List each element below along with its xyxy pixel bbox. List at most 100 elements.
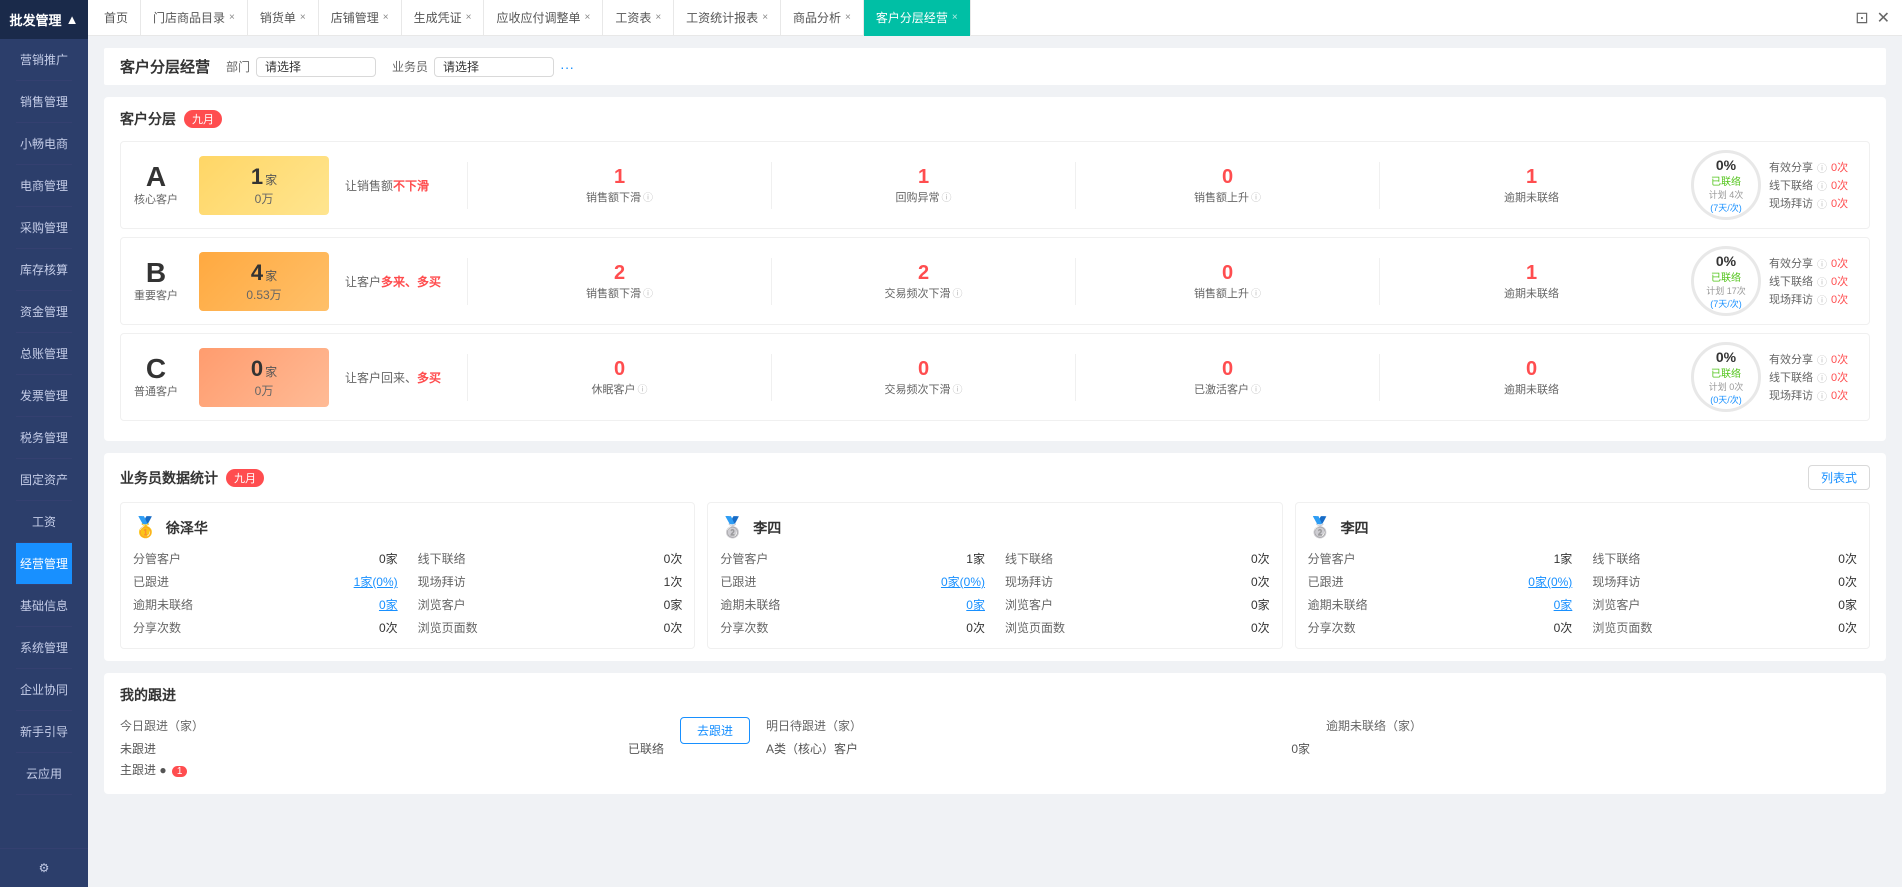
biz-card-grid-2: 分管客户 1家 线下联络 0次 已跟进 0家(0%) 现场拜访 0次 逾期未联络… bbox=[1308, 550, 1857, 636]
biz-stat-value-2-2[interactable]: 0家(0%) bbox=[1528, 573, 1572, 590]
sidebar-item-shuiwu[interactable]: 税务管理 bbox=[16, 417, 72, 459]
biz-stat-value-0-2[interactable]: 1家(0%) bbox=[354, 573, 398, 590]
tab-close-ar_adjust[interactable]: × bbox=[584, 12, 590, 23]
sidebar-item-zijin[interactable]: 资金管理 bbox=[16, 291, 72, 333]
page-header: 客户分层经营 部门 请选择 业务员 请选择 ··· bbox=[104, 48, 1886, 85]
sidebar-item-gongzi[interactable]: 工资 bbox=[16, 501, 72, 543]
side-stat-label-C-1: 线下联络 bbox=[1769, 369, 1813, 385]
tab-store_goods[interactable]: 门店商品目录× bbox=[141, 0, 248, 36]
biz-card-1: 🥈 李四 分管客户 1家 线下联络 0次 已跟进 0家(0%) 现场拜访 0次 … bbox=[707, 502, 1282, 649]
tab-close-goods_analysis[interactable]: × bbox=[845, 12, 851, 23]
biz-stat-row-1-4: 逾期未联络 0家 bbox=[720, 596, 985, 613]
sidebar-item-dianshang[interactable]: 电商管理 bbox=[16, 165, 72, 207]
tier-name-C: 普通客户 bbox=[121, 383, 191, 399]
tab-store_mgmt[interactable]: 店铺管理× bbox=[319, 0, 402, 36]
biz-stat-value-2-4[interactable]: 0家 bbox=[1554, 596, 1573, 613]
sales-select[interactable]: 请选择 bbox=[434, 57, 554, 77]
window-restore-icon[interactable]: ⊡ bbox=[1855, 8, 1868, 28]
goto-followup-button[interactable]: 去跟进 bbox=[680, 717, 750, 744]
tab-close-customer_tier[interactable]: × bbox=[952, 12, 958, 23]
sidebar-top[interactable]: 批发管理 ▲ bbox=[0, 0, 88, 39]
info-icon: ⓘ bbox=[953, 285, 963, 300]
biz-stat-row-2-7: 浏览页面数 0次 bbox=[1592, 619, 1857, 636]
sidebar-item-xiaodian[interactable]: 小畅电商 bbox=[16, 123, 72, 165]
tab-close-store_mgmt[interactable]: × bbox=[383, 12, 389, 23]
tier-stat-label-C-3: 逾期未联络 bbox=[1504, 381, 1559, 397]
biz-stat-value-1-4[interactable]: 0家 bbox=[966, 596, 985, 613]
biz-stat-value-1-2[interactable]: 0家(0%) bbox=[941, 573, 985, 590]
biz-stat-row-0-3: 现场拜访 1次 bbox=[418, 573, 683, 590]
tier-stat-C-3: 0 逾期未联络 bbox=[1379, 354, 1683, 401]
tier-circle-label-A: 已联络 bbox=[1711, 173, 1741, 188]
sidebar-item-yingxiao[interactable]: 营销推广 bbox=[16, 39, 72, 81]
tier-stat-num-A-3: 1 bbox=[1526, 166, 1537, 189]
sidebar-item-jichu[interactable]: 基础信息 bbox=[16, 585, 72, 627]
overdue-col: 逾期未联络（家） bbox=[1326, 717, 1870, 740]
tab-home[interactable]: 首页 bbox=[92, 0, 141, 36]
tier-side-stats-A: 有效分享 ⓘ 0次 线下联络 ⓘ 0次 现场拜访 ⓘ 0次 bbox=[1769, 159, 1869, 211]
list-view-button[interactable]: 列表式 bbox=[1808, 465, 1870, 490]
biz-stat-row-2-6: 分享次数 0次 bbox=[1308, 619, 1573, 636]
tab-close-store_goods[interactable]: × bbox=[229, 12, 235, 23]
tier-stat-B-3: 1 逾期未联络 bbox=[1379, 258, 1683, 305]
tier-row-C: C普通客户 0 家 0万 让客户回来、多买 0 休眠客户ⓘ 0 交易频次下滑ⓘ … bbox=[120, 333, 1870, 421]
sidebar-item-caigou[interactable]: 采购管理 bbox=[16, 207, 72, 249]
tier-section-header: 客户分层 九月 bbox=[120, 109, 1870, 129]
sidebar-item-fapiao[interactable]: 发票管理 bbox=[16, 375, 72, 417]
biz-stat-value-0-0: 0家 bbox=[379, 550, 398, 567]
sidebar-item-gudingzichan[interactable]: 固定资产 bbox=[16, 459, 72, 501]
sidebar-item-xiaoshou[interactable]: 销售管理 bbox=[16, 81, 72, 123]
tab-close-sale_order[interactable]: × bbox=[300, 12, 306, 23]
biz-stat-value-0-3: 1次 bbox=[664, 573, 683, 590]
sidebar-item-jingying[interactable]: 经营管理 bbox=[16, 543, 72, 585]
tier-name-A: 核心客户 bbox=[121, 191, 191, 207]
biz-stat-label-2-1: 线下联络 bbox=[1592, 550, 1640, 567]
tier-stat-label-A-1: 回购异常ⓘ bbox=[896, 189, 952, 205]
tier-stat-num-A-1: 1 bbox=[918, 166, 929, 189]
side-stat-label-C-0: 有效分享 bbox=[1769, 351, 1813, 367]
tier-side-stats-B: 有效分享 ⓘ 0次 线下联络 ⓘ 0次 现场拜访 ⓘ 0次 bbox=[1769, 255, 1869, 307]
sidebar-item-xinshou[interactable]: 新手引导 bbox=[16, 711, 72, 753]
tier-circle-link-B[interactable]: (7天/次) bbox=[1710, 297, 1742, 310]
tier-side-stats-C: 有效分享 ⓘ 0次 线下联络 ⓘ 0次 现场拜访 ⓘ 0次 bbox=[1769, 351, 1869, 403]
biz-stat-value-0-7: 0次 bbox=[664, 619, 683, 636]
tier-count-block-C: 0 家 0万 bbox=[199, 348, 329, 407]
tier-count-unit-A: 家 bbox=[265, 171, 277, 188]
info-icon: ⓘ bbox=[643, 285, 653, 300]
tab-customer_tier[interactable]: 客户分层经营× bbox=[864, 0, 971, 36]
side-stat-num-C-1: 0次 bbox=[1831, 369, 1848, 385]
tab-close-voucher[interactable]: × bbox=[466, 12, 472, 23]
tab-bar: 首页门店商品目录×销货单×店铺管理×生成凭证×应收应付调整单×工资表×工资统计报… bbox=[88, 0, 1902, 36]
customer-tier-section: 客户分层 九月 A核心客户 1 家 0万 让销售额不下滑 1 销售额下滑ⓘ 1 … bbox=[104, 97, 1886, 441]
tier-label-C: C普通客户 bbox=[121, 355, 191, 399]
tab-sale_order[interactable]: 销货单× bbox=[248, 0, 319, 36]
dept-select[interactable]: 请选择 bbox=[256, 57, 376, 77]
tier-stat-A-0: 1 销售额下滑ⓘ bbox=[467, 162, 771, 209]
tab-close-payroll_report[interactable]: × bbox=[762, 12, 768, 23]
sidebar-item-qiye[interactable]: 企业协同 bbox=[16, 669, 72, 711]
tier-action-C: 让客户回来、多买 bbox=[337, 369, 467, 386]
tomorrow-row-label: A类（核心）客户 bbox=[766, 740, 858, 757]
tier-circle-link-C[interactable]: (0天/次) bbox=[1710, 393, 1742, 406]
tier-stat-num-C-0: 0 bbox=[614, 358, 625, 381]
tab-ar_adjust[interactable]: 应收应付调整单× bbox=[484, 0, 603, 36]
sidebar-item-xitong[interactable]: 系统管理 bbox=[16, 627, 72, 669]
window-close-icon[interactable]: ✕ bbox=[1877, 8, 1890, 28]
biz-stat-row-2-3: 现场拜访 0次 bbox=[1592, 573, 1857, 590]
tab-payroll_report[interactable]: 工资统计报表× bbox=[674, 0, 781, 36]
tab-payroll[interactable]: 工资表× bbox=[603, 0, 674, 36]
tab-voucher[interactable]: 生成凭证× bbox=[402, 0, 485, 36]
today-row-label: 未跟进 bbox=[120, 740, 156, 757]
tier-circle-link-A[interactable]: (7天/次) bbox=[1710, 201, 1742, 214]
more-filter-icon[interactable]: ··· bbox=[560, 59, 574, 75]
sidebar-item-zhangzhang[interactable]: 总账管理 bbox=[16, 333, 72, 375]
settings-button[interactable]: ⚙ bbox=[0, 848, 88, 887]
biz-stat-row-1-3: 现场拜访 0次 bbox=[1005, 573, 1270, 590]
tab-close-payroll[interactable]: × bbox=[655, 12, 661, 23]
tab-goods_analysis[interactable]: 商品分析× bbox=[781, 0, 864, 36]
sidebar-item-kucun[interactable]: 库存核算 bbox=[16, 249, 72, 291]
biz-stat-value-0-4[interactable]: 0家 bbox=[379, 596, 398, 613]
tier-stat-A-1: 1 回购异常ⓘ bbox=[771, 162, 1075, 209]
sidebar-item-yun[interactable]: 云应用 bbox=[16, 753, 72, 795]
tier-amount-B: 0.53万 bbox=[246, 286, 281, 303]
